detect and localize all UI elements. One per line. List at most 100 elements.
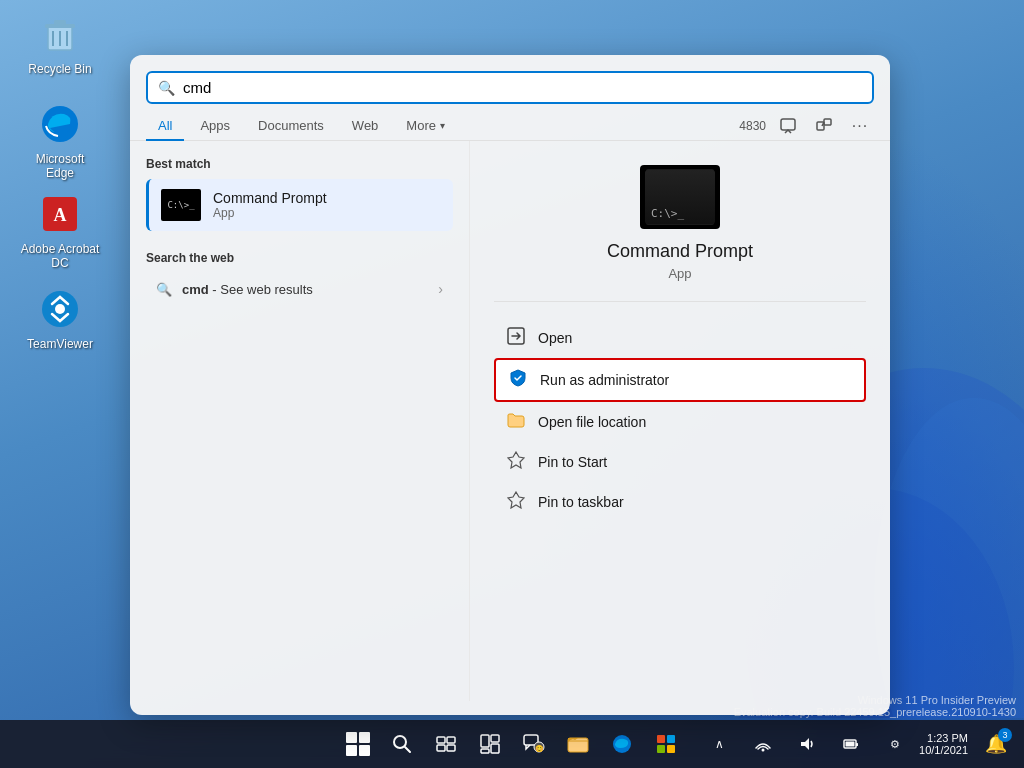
svg-point-19 [394,736,406,748]
svg-rect-14 [781,119,795,130]
svg-rect-34 [657,735,665,743]
best-match-text: Command Prompt App [213,190,327,220]
clock[interactable]: 1:23 PM 10/1/2021 [919,732,972,756]
search-tabs: All Apps Documents Web More ▾ 4830 [130,104,890,141]
taskbar-edge-button[interactable] [602,724,642,764]
result-count: 4830 [739,119,766,133]
desktop-icon-edge[interactable]: Microsoft Edge [20,100,100,181]
feedback-icon[interactable] [774,112,802,140]
recycle-bin-icon [36,10,84,58]
best-match-app-type: App [213,206,327,220]
pin-taskbar-icon [506,491,526,513]
teamviewer-label: TeamViewer [27,337,93,351]
action-open-file-location-label: Open file location [538,414,646,430]
widgets-button[interactable] [470,724,510,764]
chat-button[interactable]: 😊 [514,724,554,764]
best-match-app-name: Command Prompt [213,190,327,206]
notification-badge[interactable]: 🔔 3 [976,724,1016,764]
clock-time: 1:23 PM [927,732,968,744]
search-bar-container: 🔍 [146,71,874,104]
web-search-icon: 🔍 [156,282,172,297]
action-pin-to-taskbar-label: Pin to taskbar [538,494,624,510]
svg-rect-26 [491,735,499,742]
action-run-as-admin-label: Run as administrator [540,372,669,388]
tab-documents[interactable]: Documents [246,112,336,141]
search-input[interactable] [183,79,862,96]
taskbar-center: 😊 [338,724,686,764]
search-content: Best match C:\>_ Command Prompt App Sear… [130,141,890,701]
tab-apps[interactable]: Apps [188,112,242,141]
svg-rect-22 [447,737,455,743]
action-pin-to-start[interactable]: Pin to Start [494,442,866,482]
app-large-icon: C:\>_ [640,165,720,229]
edge-icon [36,100,84,148]
chevron-up-icon[interactable]: ∧ [699,724,739,764]
search-bar-icon: 🔍 [158,80,175,96]
tab-more[interactable]: More ▾ [394,112,457,141]
svg-rect-27 [491,744,499,753]
acrobat-icon: A [36,190,84,238]
cmd-icon-small: C:\>_ [161,189,201,221]
tabs-right: 4830 ··· [739,112,874,140]
action-open-label: Open [538,330,572,346]
best-match-item[interactable]: C:\>_ Command Prompt App [146,179,453,231]
action-pin-to-taskbar[interactable]: Pin to taskbar [494,482,866,522]
settings-quick-icon[interactable]: ⚙ [875,724,915,764]
svg-rect-32 [568,738,588,752]
left-panel: Best match C:\>_ Command Prompt App Sear… [130,141,470,701]
svg-rect-16 [824,119,831,125]
recycle-bin-label: Recycle Bin [28,62,91,76]
share-icon[interactable] [810,112,838,140]
svg-line-20 [405,747,410,752]
pin-start-icon [506,451,526,473]
svg-rect-5 [54,20,66,25]
desktop-icon-recycle-bin[interactable]: Recycle Bin [20,10,100,76]
speaker-icon[interactable] [787,724,827,764]
chevron-down-icon: ▾ [440,120,445,131]
right-panel: C:\>_ Command Prompt App Open [470,141,890,701]
svg-rect-35 [667,735,675,743]
tab-all[interactable]: All [146,112,184,141]
more-options-icon[interactable]: ··· [846,112,874,140]
start-button[interactable] [338,724,378,764]
chevron-right-icon: › [438,281,443,297]
folder-icon [506,411,526,433]
web-search-item[interactable]: 🔍 cmd - See web results › [146,273,453,305]
desktop-icon-acrobat[interactable]: A Adobe Acrobat DC [20,190,100,271]
svg-text:A: A [54,205,67,225]
action-open[interactable]: Open [494,318,866,358]
svg-rect-23 [437,745,445,751]
battery-icon[interactable] [831,724,871,764]
svg-rect-28 [481,749,489,753]
action-run-as-admin[interactable]: Run as administrator [494,358,866,402]
right-panel-app-type: App [668,266,691,281]
taskbar-right: ∧ ⚙ 1:23 PM 10/1/2021 [699,724,1016,764]
web-search-label: Search the web [146,251,453,265]
svg-rect-21 [437,737,445,743]
network-icon[interactable] [743,724,783,764]
divider [494,301,866,302]
tab-web[interactable]: Web [340,112,391,141]
search-panel: 🔍 All Apps Documents Web More ▾ 4830 [130,55,890,715]
svg-text:😊: 😊 [535,744,544,753]
svg-point-13 [55,304,65,314]
desktop-icon-teamviewer[interactable]: TeamViewer [20,285,100,351]
file-explorer-button[interactable] [558,724,598,764]
teamviewer-icon [36,285,84,333]
svg-rect-24 [447,745,455,751]
store-button[interactable] [646,724,686,764]
action-pin-to-start-label: Pin to Start [538,454,607,470]
svg-rect-37 [667,745,675,753]
acrobat-label: Adobe Acrobat DC [20,242,100,271]
svg-rect-41 [846,742,855,747]
taskbar-search-button[interactable] [382,724,422,764]
windows-logo [346,732,370,756]
task-view-button[interactable] [426,724,466,764]
action-list: Open Run as administrator [494,318,866,522]
taskbar: 😊 [0,720,1024,768]
web-search-section: Search the web 🔍 cmd - See web results › [146,251,453,305]
best-match-label: Best match [146,157,453,171]
shield-icon [508,369,528,391]
action-open-file-location[interactable]: Open file location [494,402,866,442]
clock-date: 10/1/2021 [919,744,968,756]
